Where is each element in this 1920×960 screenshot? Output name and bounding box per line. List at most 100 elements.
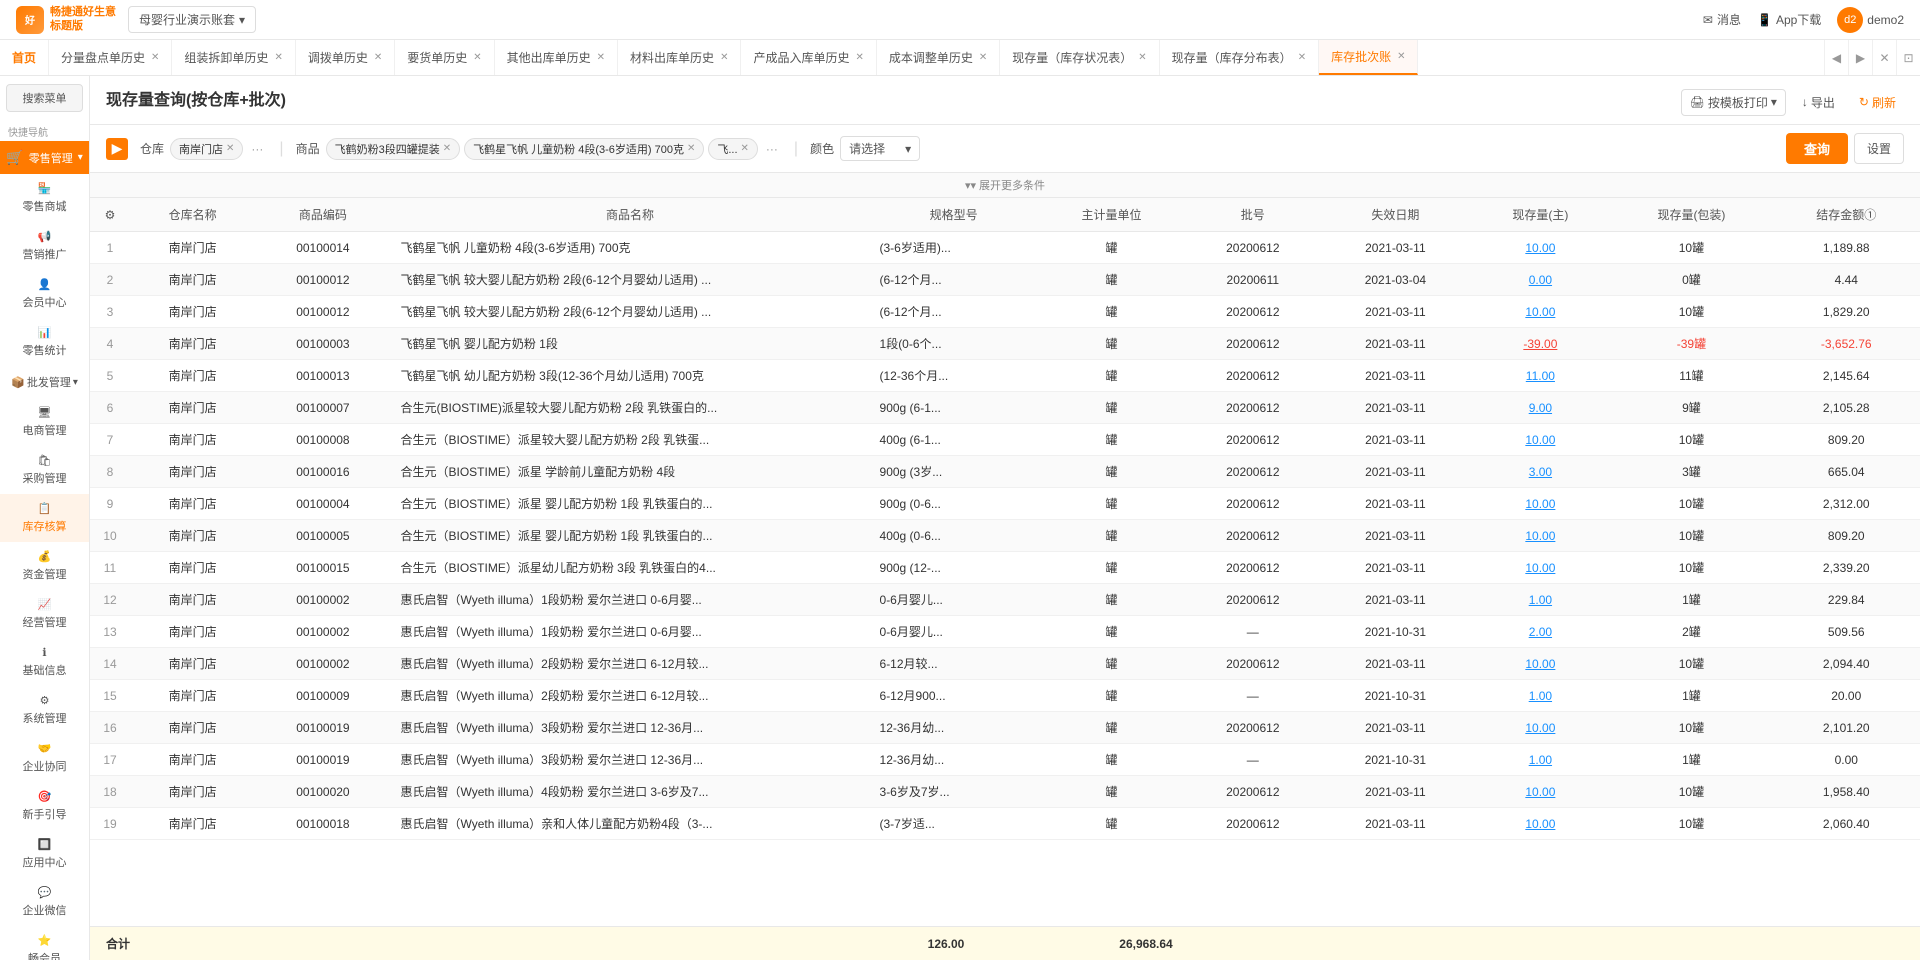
tab-8[interactable]: 成本调整单历史 ✕ (877, 40, 1000, 75)
warehouse-filter-group: 仓库 南岸门店 ✕ ··· (140, 138, 267, 160)
refresh-button[interactable]: ↻ 刷新 (1851, 90, 1904, 115)
row-stock-main[interactable]: 9.00 (1470, 392, 1610, 424)
row-stock-main[interactable]: 10.00 (1470, 424, 1610, 456)
row-stock-main[interactable]: 3.00 (1470, 456, 1610, 488)
close-all-tabs-button[interactable]: ✕ (1872, 40, 1896, 76)
row-code: 00100014 (255, 232, 390, 264)
sidebar-item-system[interactable]: ⚙ 系统管理 (0, 686, 89, 734)
close-icon[interactable]: ✕ (720, 52, 728, 63)
sidebar-item-collab[interactable]: 🤝 企业协同 (0, 734, 89, 782)
row-stock-main[interactable]: 10.00 (1470, 808, 1610, 840)
row-stock-main[interactable]: 1.00 (1470, 680, 1610, 712)
sidebar-item-member[interactable]: 👤 会员中心 (0, 270, 89, 318)
chevron-down-icon: ▾ (239, 13, 245, 27)
row-stock-main[interactable]: 1.00 (1470, 744, 1610, 776)
product-tag-1[interactable]: 飞鹤奶粉3段四罐提装 ✕ (326, 138, 461, 160)
sidebar-item-guide[interactable]: 🎯 新手引导 (0, 782, 89, 830)
tab-next-arrow[interactable]: ▶ (1848, 40, 1872, 76)
close-icon[interactable]: ✕ (1298, 52, 1306, 63)
sidebar-item-member-pro[interactable]: ⭐ 畅会员 (0, 926, 89, 960)
tab-9[interactable]: 现存量（库存状况表） ✕ (1000, 40, 1159, 75)
row-stock-main[interactable]: 10.00 (1470, 712, 1610, 744)
product-tag-3[interactable]: 飞... ✕ (708, 138, 758, 160)
sidebar-item-retail[interactable]: 🛒 零售管理 ▾ (0, 141, 89, 174)
user-profile[interactable]: d2 demo2 (1837, 7, 1904, 33)
template-print-button[interactable]: 🖨 按模板打印 ▾ (1681, 89, 1786, 116)
color-filter-select[interactable]: 请选择 ▾ (840, 136, 920, 161)
query-button[interactable]: 查询 (1786, 133, 1848, 164)
row-batch: 20200612 (1185, 392, 1320, 424)
product-tag-1-close[interactable]: ✕ (443, 143, 451, 154)
row-name: 合生元（BIOSTIME）派星幼儿配方奶粉 3段 乳铁蛋白的4... (391, 552, 870, 584)
sidebar-item-operation[interactable]: 📈 经营管理 (0, 590, 89, 638)
table-row: 11 南岸门店 00100015 合生元（BIOSTIME）派星幼儿配方奶粉 3… (90, 552, 1920, 584)
sidebar-item-purchase[interactable]: 🛍 采购管理 (0, 446, 89, 494)
app-download-button[interactable]: 📱 App下载 (1757, 11, 1821, 28)
row-stock-main[interactable]: 10.00 (1470, 520, 1610, 552)
sidebar-item-marketing[interactable]: 📢 营销推广 (0, 222, 89, 270)
row-stock-main[interactable]: -39.00 (1470, 328, 1610, 360)
row-stock-main[interactable]: 1.00 (1470, 584, 1610, 616)
tab-3[interactable]: 调拨单历史 ✕ (296, 40, 395, 75)
sidebar-item-wholesale[interactable]: 📦 批发管理 ▾ (0, 366, 89, 398)
row-stock-main[interactable]: 10.00 (1470, 552, 1610, 584)
row-unit: 罐 (1038, 232, 1185, 264)
row-stock-main[interactable]: 10.00 (1470, 296, 1610, 328)
message-button[interactable]: ✉ 消息 (1703, 11, 1741, 28)
tab-prev-arrow[interactable]: ◀ (1824, 40, 1848, 76)
expand-more-conditions[interactable]: ▾▾ 展开更多条件 (90, 173, 1920, 198)
sidebar-item-statistics[interactable]: 📊 零售统计 (0, 318, 89, 366)
row-code: 00100002 (255, 584, 390, 616)
close-icon[interactable]: ✕ (374, 52, 382, 63)
maximize-button[interactable]: ⊡ (1896, 40, 1920, 76)
row-stock-main[interactable]: 2.00 (1470, 616, 1610, 648)
sidebar-item-weixin[interactable]: 💬 企业微信 (0, 878, 89, 926)
close-icon[interactable]: ✕ (151, 52, 159, 63)
close-icon[interactable]: ✕ (473, 52, 481, 63)
sidebar-item-basic-info[interactable]: ℹ 基础信息 (0, 638, 89, 686)
close-icon[interactable]: ✕ (274, 52, 282, 63)
tab-2[interactable]: 组装拆卸单历史 ✕ (172, 40, 295, 75)
tab-11[interactable]: 库存批次账 ✕ (1319, 40, 1418, 75)
row-stock-main[interactable]: 10.00 (1470, 232, 1610, 264)
store-selector[interactable]: 母婴行业演示账套 ▾ (128, 6, 256, 33)
close-icon[interactable]: ✕ (1397, 51, 1405, 62)
sidebar-item-mall[interactable]: 🏪 零售商城 (0, 174, 89, 222)
product-tag-2[interactable]: 飞鹤星飞帆 儿童奶粉 4段(3-6岁适用) 700克 ✕ (464, 138, 704, 160)
settings-button[interactable]: 设置 (1854, 133, 1904, 164)
tab-6[interactable]: 材料出库单历史 ✕ (618, 40, 741, 75)
filter-expand-button[interactable]: ▶ (106, 138, 128, 160)
close-icon[interactable]: ✕ (1138, 52, 1146, 63)
sidebar-item-ecommerce[interactable]: 🖥 电商管理 (0, 398, 89, 446)
tab-5[interactable]: 其他出库单历史 ✕ (495, 40, 618, 75)
product-tag-2-close[interactable]: ✕ (687, 143, 695, 154)
product-more-button[interactable]: ··· (762, 140, 782, 158)
tab-1[interactable]: 分量盘点单历史 ✕ (49, 40, 172, 75)
warehouse-tag-close[interactable]: ✕ (226, 143, 234, 154)
row-stock-main[interactable]: 10.00 (1470, 488, 1610, 520)
tab-home[interactable]: 首页 (0, 40, 49, 75)
export-button[interactable]: ↓ 导出 (1794, 90, 1843, 115)
close-icon[interactable]: ✕ (597, 52, 605, 63)
tab-10[interactable]: 现存量（库存分布表） ✕ (1160, 40, 1319, 75)
row-warehouse: 南岸门店 (130, 680, 255, 712)
sidebar-item-inventory[interactable]: 📋 库存核算 (0, 494, 89, 542)
row-stock-main[interactable]: 10.00 (1470, 776, 1610, 808)
warehouse-more-button[interactable]: ··· (247, 140, 267, 158)
row-stock-main[interactable]: 11.00 (1470, 360, 1610, 392)
tab-7[interactable]: 产成品入库单历史 ✕ (741, 40, 876, 75)
row-stock-main[interactable]: 10.00 (1470, 648, 1610, 680)
tab-4[interactable]: 要货单历史 ✕ (395, 40, 494, 75)
sidebar-item-finance[interactable]: 💰 资金管理 (0, 542, 89, 590)
col-settings[interactable]: ⚙ (90, 198, 130, 232)
sidebar-item-app-center[interactable]: 🔲 应用中心 (0, 830, 89, 878)
row-expire: 2021-03-11 (1320, 552, 1470, 584)
row-batch: 20200612 (1185, 456, 1320, 488)
close-icon[interactable]: ✕ (855, 52, 863, 63)
close-icon[interactable]: ✕ (979, 52, 987, 63)
row-stock-main[interactable]: 0.00 (1470, 264, 1610, 296)
search-menu-button[interactable]: 搜索菜单 (6, 84, 83, 112)
chevron-down-icon: ▾ (905, 142, 911, 156)
warehouse-tag[interactable]: 南岸门店 ✕ (170, 138, 243, 160)
product-tag-3-close[interactable]: ✕ (741, 143, 749, 154)
